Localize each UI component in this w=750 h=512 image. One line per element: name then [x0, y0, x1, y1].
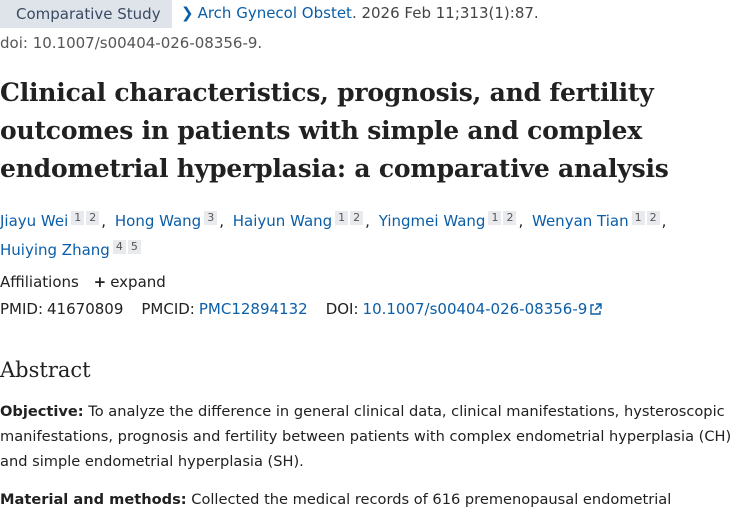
abstract-objective: Objective: To analyze the difference in …: [0, 399, 740, 474]
affiliation-ref[interactable]: 5: [127, 240, 141, 254]
article-type-badge: Comparative Study: [0, 0, 172, 28]
affiliation-ref[interactable]: 2: [503, 211, 517, 225]
pmid-value: 41670809: [47, 300, 124, 318]
author-item: Yingmei Wang 1 2,: [378, 211, 524, 230]
author-link[interactable]: Jiayu Wei: [0, 212, 68, 230]
author-link[interactable]: Wenyan Tian: [532, 212, 629, 230]
author-link[interactable]: Haiyun Wang: [233, 212, 332, 230]
affiliation-ref[interactable]: 2: [646, 211, 660, 225]
author-list: Jiayu Wei 1 2, Hong Wang 3, Haiyun Wang 1 2, …: [0, 205, 745, 263]
doi-label: DOI:: [325, 300, 359, 318]
affiliation-ref[interactable]: 3: [204, 211, 218, 225]
expand-affiliations-button[interactable]: + expand: [84, 273, 166, 291]
author-item: Wenyan Tian 1 2,: [532, 211, 667, 230]
pmcid-link[interactable]: PMC12894132: [199, 300, 308, 318]
abstract-heading: Abstract: [0, 358, 91, 382]
objective-label: Objective:: [0, 403, 84, 420]
author-item: Huiying Zhang 4 5: [0, 240, 143, 259]
affiliation-ref[interactable]: 1: [71, 211, 85, 225]
doi-line: doi: 10.1007/s00404-026-08356-9.: [0, 34, 263, 52]
affiliations-row: Affiliations + expand: [0, 273, 166, 291]
journal-citation: ❯ Arch Gynecol Obstet. 2026 Feb 11;313(1)…: [181, 4, 539, 22]
affiliation-ref[interactable]: 1: [335, 211, 349, 225]
affiliation-ref[interactable]: 2: [86, 211, 100, 225]
affiliations-label: Affiliations: [0, 273, 79, 291]
external-link-icon[interactable]: [589, 302, 602, 320]
journal-link[interactable]: Arch Gynecol Obstet: [198, 4, 352, 22]
affiliation-ref[interactable]: 2: [350, 211, 364, 225]
expand-label: expand: [110, 273, 166, 291]
affiliation-ref[interactable]: 4: [112, 240, 126, 254]
pmid-label: PMID:: [0, 300, 44, 318]
affiliation-ref[interactable]: 1: [631, 211, 645, 225]
affiliation-ref[interactable]: 1: [488, 211, 502, 225]
pmcid-label: PMCID:: [141, 300, 195, 318]
citation-text: . 2026 Feb 11;313(1):87.: [351, 4, 539, 22]
objective-text: To analyze the difference in general cli…: [0, 403, 732, 470]
doi-link[interactable]: 10.1007/s00404-026-08356-9: [363, 300, 588, 318]
author-link[interactable]: Hong Wang: [115, 212, 201, 230]
author-item: Jiayu Wei 1 2,: [0, 211, 107, 230]
chevron-right-icon: ❯: [181, 4, 194, 22]
identifiers-row: PMID: 41670809 PMCID: PMC12894132 DOI: 10.100…: [0, 300, 602, 320]
plus-icon: +: [93, 273, 107, 291]
author-item: Hong Wang 3,: [114, 211, 224, 230]
author-link[interactable]: Huiying Zhang: [0, 241, 110, 259]
author-link[interactable]: Yingmei Wang: [379, 212, 486, 230]
author-item: Haiyun Wang 1 2,: [232, 211, 370, 230]
article-title: Clinical characteristics, prognosis, and…: [0, 78, 669, 183]
